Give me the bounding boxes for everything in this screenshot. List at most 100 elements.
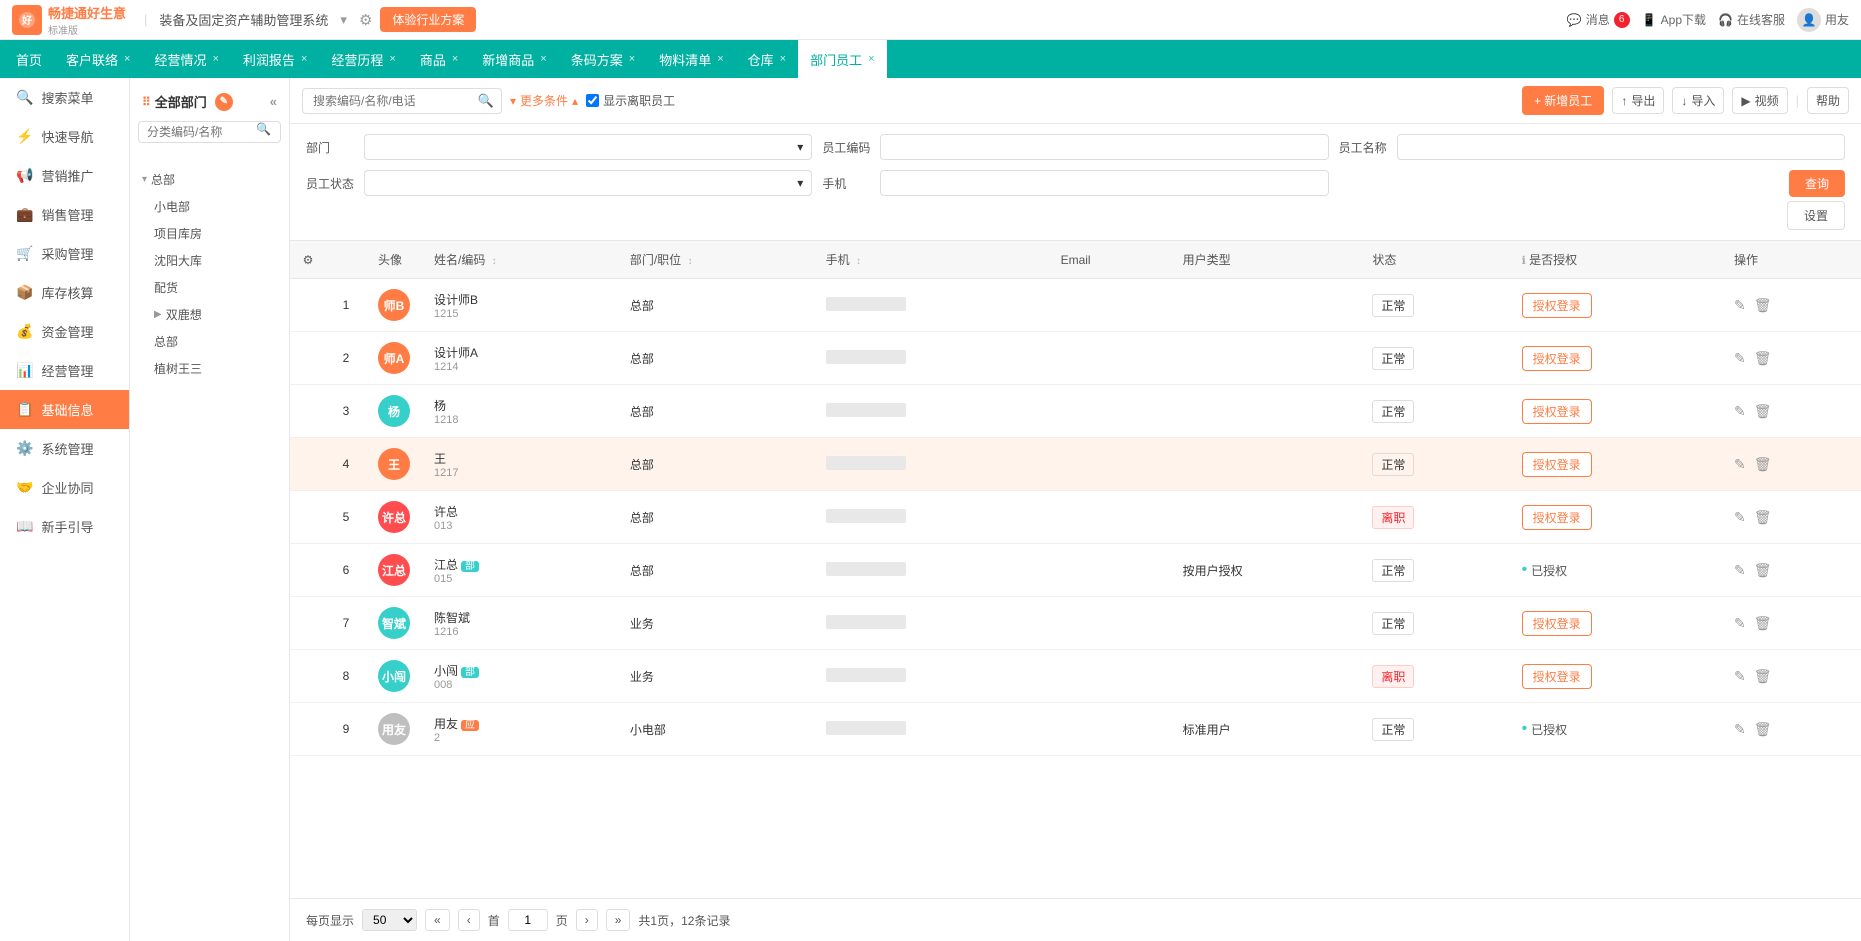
view-btn[interactable]: ▶ 视频 bbox=[1732, 87, 1787, 114]
export-btn[interactable]: ↑ 导出 bbox=[1612, 87, 1664, 114]
auth-login-btn[interactable]: 授权登录 bbox=[1522, 505, 1592, 530]
col-phone[interactable]: 手机 ↕ bbox=[814, 241, 1049, 279]
tab-close-icon[interactable]: × bbox=[452, 53, 458, 65]
edit-icon[interactable]: ✎ bbox=[1734, 297, 1746, 314]
show-resigned-checkbox[interactable] bbox=[586, 94, 599, 107]
dept-node-小电部[interactable]: 小电部 bbox=[130, 193, 289, 220]
auth-login-btn[interactable]: 授权登录 bbox=[1522, 399, 1592, 424]
edit-icon[interactable]: ✎ bbox=[1734, 350, 1746, 367]
sidebar-item-库存核算[interactable]: 📦库存核算 bbox=[0, 273, 129, 312]
delete-icon[interactable]: 🗑 bbox=[1754, 456, 1772, 473]
dept-node-双鹿想[interactable]: ▶双鹿想 bbox=[130, 301, 289, 328]
nav-tab-新增商品[interactable]: 新增商品× bbox=[470, 40, 558, 78]
delete-icon[interactable]: 🗑 bbox=[1754, 615, 1772, 632]
tab-close-icon[interactable]: × bbox=[540, 53, 546, 65]
delete-icon[interactable]: 🗑 bbox=[1754, 403, 1772, 420]
sidebar-item-销售管理[interactable]: 💼销售管理 bbox=[0, 195, 129, 234]
tab-close-icon[interactable]: × bbox=[629, 53, 635, 65]
nav-tab-仓库[interactable]: 仓库× bbox=[736, 40, 798, 78]
filter-dept-select[interactable]: ▾ bbox=[364, 134, 812, 160]
edit-icon[interactable]: ✎ bbox=[1734, 403, 1746, 420]
tab-close-icon[interactable]: × bbox=[717, 53, 723, 65]
search-icon[interactable]: 🔍 bbox=[478, 93, 494, 109]
nav-tab-客户联络[interactable]: 客户联络× bbox=[54, 40, 142, 78]
settings-icon[interactable]: ⚙ bbox=[359, 11, 372, 29]
delete-icon[interactable]: 🗑 bbox=[1754, 509, 1772, 526]
nav-tab-物料清单[interactable]: 物料清单× bbox=[647, 40, 735, 78]
nav-tab-首页[interactable]: 首页 bbox=[4, 40, 54, 78]
col-name[interactable]: 姓名/编码 ↕ bbox=[422, 241, 618, 279]
online-service-btn[interactable]: 🎧 在线客服 bbox=[1718, 11, 1785, 28]
sidebar-item-搜索菜单[interactable]: 🔍搜索菜单 bbox=[0, 78, 129, 117]
prev-page-btn[interactable]: ‹ bbox=[458, 909, 480, 931]
last-page-btn[interactable]: » bbox=[606, 909, 631, 931]
nav-tab-经营历程[interactable]: 经营历程× bbox=[319, 40, 407, 78]
trial-button[interactable]: 体验行业方案 bbox=[380, 7, 476, 32]
filter-phone-input[interactable] bbox=[880, 170, 1328, 196]
auth-login-btn[interactable]: 授权登录 bbox=[1522, 611, 1592, 636]
filter-status-select[interactable]: ▾ bbox=[364, 170, 812, 196]
delete-icon[interactable]: 🗑 bbox=[1754, 562, 1772, 579]
sidebar-item-资金管理[interactable]: 💰资金管理 bbox=[0, 312, 129, 351]
filter-btn[interactable]: ▾ 更多条件 ▴ bbox=[510, 92, 578, 109]
app-download-btn[interactable]: 📱 App下载 bbox=[1642, 11, 1706, 28]
tab-close-icon[interactable]: × bbox=[780, 53, 786, 65]
tab-close-icon[interactable]: × bbox=[212, 53, 218, 65]
sidebar-item-采购管理[interactable]: 🛒采购管理 bbox=[0, 234, 129, 273]
col-settings[interactable]: ⚙ bbox=[290, 241, 326, 279]
user-area[interactable]: 👤 用友 bbox=[1797, 8, 1849, 32]
edit-icon[interactable]: ✎ bbox=[1734, 615, 1746, 632]
delete-icon[interactable]: 🗑 bbox=[1754, 668, 1772, 685]
search-input[interactable] bbox=[302, 88, 502, 114]
dept-node-总部[interactable]: ▾总部 bbox=[130, 166, 289, 193]
nav-tab-经营情况[interactable]: 经营情况× bbox=[142, 40, 230, 78]
tab-close-icon[interactable]: × bbox=[301, 53, 307, 65]
show-resigned-label[interactable]: 显示离职员工 bbox=[586, 92, 675, 109]
dept-edit-badge[interactable]: ✎ bbox=[215, 93, 233, 111]
filter-empcode-input[interactable] bbox=[880, 134, 1328, 160]
edit-icon[interactable]: ✎ bbox=[1734, 562, 1746, 579]
page-input[interactable] bbox=[508, 909, 548, 931]
dept-node-总部[interactable]: 总部 bbox=[130, 328, 289, 355]
set-btn[interactable]: 设置 bbox=[1787, 201, 1845, 230]
sidebar-item-营销推广[interactable]: 📢营销推广 bbox=[0, 156, 129, 195]
sidebar-item-系统管理[interactable]: ⚙️系统管理 bbox=[0, 429, 129, 468]
delete-icon[interactable]: 🗑 bbox=[1754, 350, 1772, 367]
import-btn[interactable]: ↓ 导入 bbox=[1672, 87, 1724, 114]
add-employee-btn[interactable]: + 新增员工 bbox=[1522, 86, 1604, 115]
sidebar-item-基础信息[interactable]: 📋基础信息 bbox=[0, 390, 129, 429]
tab-close-icon[interactable]: × bbox=[389, 53, 395, 65]
auth-login-btn[interactable]: 授权登录 bbox=[1522, 452, 1592, 477]
nav-tab-部门员工[interactable]: 部门员工× bbox=[798, 40, 886, 78]
help-btn[interactable]: 帮助 bbox=[1807, 87, 1849, 114]
per-page-select[interactable]: 50 100 200 bbox=[362, 909, 417, 931]
dept-node-植树王三[interactable]: 植树王三 bbox=[130, 355, 289, 382]
edit-icon[interactable]: ✎ bbox=[1734, 456, 1746, 473]
dept-node-沈阳大库[interactable]: 沈阳大库 bbox=[130, 247, 289, 274]
col-dept[interactable]: 部门/职位 ↕ bbox=[618, 241, 814, 279]
auth-login-btn[interactable]: 授权登录 bbox=[1522, 293, 1592, 318]
nav-tab-利润报告[interactable]: 利润报告× bbox=[231, 40, 319, 78]
sidebar-item-新手引导[interactable]: 📖新手引导 bbox=[0, 507, 129, 546]
edit-icon[interactable]: ✎ bbox=[1734, 509, 1746, 526]
auth-login-btn[interactable]: 授权登录 bbox=[1522, 664, 1592, 689]
sidebar-item-企业协同[interactable]: 🤝企业协同 bbox=[0, 468, 129, 507]
delete-icon[interactable]: 🗑 bbox=[1754, 721, 1772, 738]
dept-collapse-icon[interactable]: « bbox=[270, 94, 277, 109]
sidebar-item-经营管理[interactable]: 📊经营管理 bbox=[0, 351, 129, 390]
dropdown-icon[interactable]: ▾ bbox=[340, 12, 347, 28]
sidebar-item-快速导航[interactable]: ⚡快速导航 bbox=[0, 117, 129, 156]
edit-icon[interactable]: ✎ bbox=[1734, 668, 1746, 685]
nav-tab-商品[interactable]: 商品× bbox=[408, 40, 470, 78]
dept-node-配货[interactable]: 配货 bbox=[130, 274, 289, 301]
message-btn[interactable]: 💬 消息 6 bbox=[1567, 11, 1630, 28]
first-page-btn[interactable]: « bbox=[425, 909, 450, 931]
tab-close-icon[interactable]: × bbox=[124, 53, 130, 65]
nav-tab-条码方案[interactable]: 条码方案× bbox=[559, 40, 647, 78]
filter-empname-input[interactable] bbox=[1397, 134, 1845, 160]
dept-node-项目库房[interactable]: 项目库房 bbox=[130, 220, 289, 247]
auth-login-btn[interactable]: 授权登录 bbox=[1522, 346, 1592, 371]
delete-icon[interactable]: 🗑 bbox=[1754, 297, 1772, 314]
query-btn[interactable]: 查询 bbox=[1789, 170, 1845, 197]
edit-icon[interactable]: ✎ bbox=[1734, 721, 1746, 738]
